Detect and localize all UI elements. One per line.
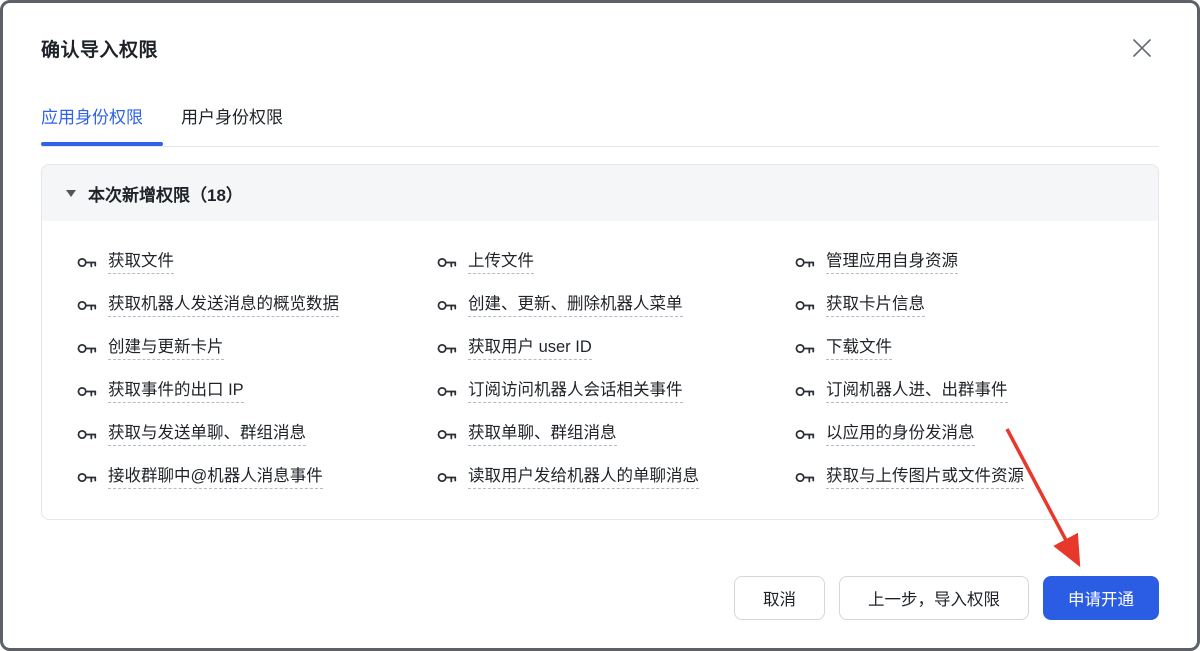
permission-item[interactable]: 上传文件: [436, 241, 794, 284]
tab-user-identity-permissions[interactable]: 用户身份权限: [181, 103, 283, 146]
active-tab-indicator: [41, 142, 163, 146]
key-icon: [437, 386, 457, 397]
permission-label: 创建、更新、删除机器人菜单: [468, 294, 683, 318]
key-icon: [795, 343, 815, 354]
key-icon: [795, 472, 815, 483]
confirm-import-permissions-dialog: 确认导入权限 应用身份权限 用户身份权限 本次新增权限（18） 获取文件 获取机…: [0, 0, 1200, 651]
key-icon: [437, 300, 457, 311]
permissions-column: 管理应用自身资源 获取卡片信息 下载文件 订阅机器人进、出群事件 以应用的身份发…: [794, 241, 1154, 499]
key-icon: [437, 343, 457, 354]
key-icon: [77, 343, 97, 354]
permissions-column: 上传文件 创建、更新、删除机器人菜单 获取用户 user ID 订阅访问机器人会…: [436, 241, 794, 499]
permission-label: 获取卡片信息: [826, 294, 925, 318]
key-icon: [77, 386, 97, 397]
key-icon: [77, 257, 97, 268]
key-icon: [437, 429, 457, 440]
permission-item[interactable]: 获取与上传图片或文件资源: [794, 456, 1154, 499]
permission-label: 管理应用自身资源: [826, 251, 958, 275]
key-icon: [437, 472, 457, 483]
tab-bar: 应用身份权限 用户身份权限: [41, 103, 283, 146]
permission-item[interactable]: 下载文件: [794, 327, 1154, 370]
tab-app-identity-permissions[interactable]: 应用身份权限: [41, 103, 143, 146]
permissions-column: 获取文件 获取机器人发送消息的概览数据 创建与更新卡片 获取事件的出口 IP 获…: [76, 241, 436, 499]
permission-item[interactable]: 创建、更新、删除机器人菜单: [436, 284, 794, 327]
key-icon: [437, 257, 457, 268]
permissions-section-header[interactable]: 本次新增权限（18）: [42, 165, 1158, 221]
permission-label: 以应用的身份发消息: [826, 423, 975, 447]
key-icon: [77, 429, 97, 440]
apply-activation-button[interactable]: 申请开通: [1043, 576, 1159, 620]
tab-divider: [41, 146, 1159, 147]
permission-label: 读取用户发给机器人的单聊消息: [468, 466, 699, 490]
permission-label: 获取单聊、群组消息: [468, 423, 617, 447]
x-icon: [1133, 39, 1151, 57]
permission-item[interactable]: 获取机器人发送消息的概览数据: [76, 284, 436, 327]
back-import-permissions-button[interactable]: 上一步，导入权限: [839, 576, 1029, 620]
permission-label: 获取与发送单聊、群组消息: [108, 423, 306, 447]
caret-down-icon: [66, 189, 76, 197]
permission-item[interactable]: 获取文件: [76, 241, 436, 284]
dialog-footer: 取消 上一步，导入权限 申请开通: [734, 576, 1159, 620]
permission-item[interactable]: 以应用的身份发消息: [794, 413, 1154, 456]
key-icon: [795, 300, 815, 311]
permission-label: 获取机器人发送消息的概览数据: [108, 294, 339, 318]
permission-item[interactable]: 获取事件的出口 IP: [76, 370, 436, 413]
permission-item[interactable]: 获取与发送单聊、群组消息: [76, 413, 436, 456]
permission-label: 获取事件的出口 IP: [108, 380, 244, 404]
dialog-title: 确认导入权限: [41, 40, 159, 61]
close-icon[interactable]: [1127, 33, 1157, 63]
permission-item[interactable]: 管理应用自身资源: [794, 241, 1154, 284]
permission-label: 下载文件: [826, 337, 892, 361]
permission-item[interactable]: 获取卡片信息: [794, 284, 1154, 327]
permission-label: 接收群聊中@机器人消息事件: [108, 466, 323, 490]
permission-label: 上传文件: [468, 251, 534, 275]
permission-item[interactable]: 获取用户 user ID: [436, 327, 794, 370]
permission-label: 订阅访问机器人会话相关事件: [468, 380, 683, 404]
key-icon: [77, 472, 97, 483]
cancel-button[interactable]: 取消: [734, 576, 825, 620]
key-icon: [77, 300, 97, 311]
permission-item[interactable]: 订阅机器人进、出群事件: [794, 370, 1154, 413]
permission-item[interactable]: 接收群聊中@机器人消息事件: [76, 456, 436, 499]
permissions-section-title: 本次新增权限（18）: [88, 185, 243, 205]
permissions-grid: 获取文件 获取机器人发送消息的概览数据 创建与更新卡片 获取事件的出口 IP 获…: [42, 221, 1158, 499]
permission-item[interactable]: 获取单聊、群组消息: [436, 413, 794, 456]
permission-item[interactable]: 创建与更新卡片: [76, 327, 436, 370]
key-icon: [795, 429, 815, 440]
permissions-panel: 本次新增权限（18） 获取文件 获取机器人发送消息的概览数据 创建与更新卡片 获…: [41, 164, 1159, 520]
permission-label: 订阅机器人进、出群事件: [826, 380, 1008, 404]
key-icon: [795, 386, 815, 397]
permission-item[interactable]: 读取用户发给机器人的单聊消息: [436, 456, 794, 499]
permission-item[interactable]: 订阅访问机器人会话相关事件: [436, 370, 794, 413]
permission-label: 获取与上传图片或文件资源: [826, 466, 1024, 490]
permission-label: 获取文件: [108, 251, 174, 275]
permission-label: 获取用户 user ID: [468, 337, 592, 361]
key-icon: [795, 257, 815, 268]
permission-label: 创建与更新卡片: [108, 337, 224, 361]
